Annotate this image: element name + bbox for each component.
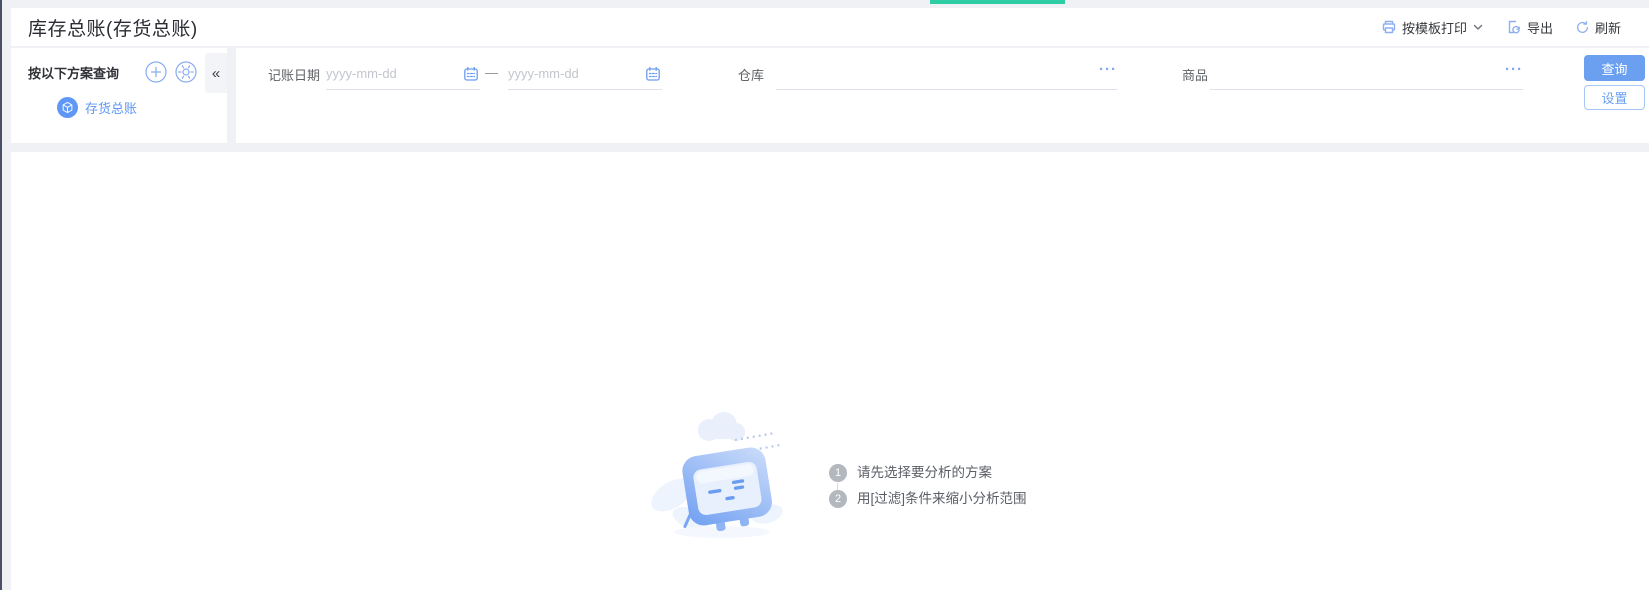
step-2-text: 用[过滤]条件来缩小分析范围	[857, 491, 1027, 506]
filter-panel: 记账日期 — 仓库 ··· 商品 ···	[236, 48, 1649, 143]
booking-date-label: 记账日期	[268, 68, 321, 83]
page-title: 库存总账(存货总账)	[28, 18, 198, 40]
settings-button[interactable]: 设置	[1584, 85, 1645, 110]
export-icon	[1506, 19, 1522, 35]
printer-icon	[1381, 19, 1397, 35]
sidebar-item-inventory-ledger[interactable]: 存货总账	[57, 97, 227, 118]
step-2-badge: 2	[829, 490, 847, 508]
plus-circle-icon	[145, 61, 167, 83]
date-to-input[interactable]	[508, 66, 644, 81]
loading-progress-bar	[930, 0, 1065, 4]
refresh-icon	[1575, 20, 1590, 35]
step-2-number: 2	[834, 493, 842, 505]
warehouse-label: 仓库	[738, 68, 765, 83]
print-by-template-label: 按模板打印	[1401, 20, 1467, 36]
gear-circle-icon	[175, 61, 197, 83]
plan-settings-button[interactable]	[175, 61, 197, 83]
query-plan-sidebar: 按以下方案查询 « 存货总账	[11, 48, 227, 143]
sidebar-collapse-button[interactable]: «	[205, 53, 227, 93]
date-to-field	[508, 58, 662, 90]
warehouse-input[interactable]	[776, 66, 1099, 81]
step-1-text: 请先选择要分析的方案	[857, 465, 992, 480]
export-button[interactable]: 导出	[1506, 18, 1553, 37]
cube-icon	[57, 97, 78, 118]
header-actions: 按模板打印 导出 刷新	[1381, 18, 1621, 37]
add-plan-button[interactable]	[145, 61, 167, 83]
collapse-chevrons-icon: «	[211, 64, 221, 82]
date-from-field	[326, 58, 480, 90]
step-1-number: 1	[834, 467, 842, 479]
step-1-badge: 1	[829, 464, 847, 482]
product-label: 商品	[1182, 68, 1209, 83]
refresh-label: 刷新	[1594, 20, 1621, 36]
query-button[interactable]: 查询	[1584, 55, 1645, 81]
results-area: 1 2 请先选择要分析的方案 用[过滤]条件来缩小分析范围	[11, 152, 1649, 590]
step-connector	[837, 483, 838, 490]
window-left-edge	[0, 0, 2, 590]
print-by-template-button[interactable]: 按模板打印	[1381, 18, 1484, 37]
calendar-icon[interactable]	[644, 66, 662, 82]
product-field: ···	[1210, 58, 1523, 90]
calendar-icon[interactable]	[462, 66, 480, 82]
date-range-separator: —	[485, 65, 498, 80]
product-input[interactable]	[1210, 66, 1505, 81]
ellipsis-icon[interactable]: ···	[1099, 62, 1117, 85]
ellipsis-icon[interactable]: ···	[1505, 62, 1523, 85]
date-from-input[interactable]	[326, 66, 462, 81]
sidebar-header: 按以下方案查询	[11, 48, 227, 83]
warehouse-field: ···	[776, 58, 1117, 90]
sidebar-item-label: 存货总账	[85, 101, 138, 116]
export-label: 导出	[1526, 20, 1553, 36]
page-header: 库存总账(存货总账) 按模板打印 导出 刷新	[11, 8, 1649, 46]
sidebar-title: 按以下方案查询	[28, 65, 120, 81]
empty-state-illustration	[651, 412, 783, 538]
chevron-down-icon	[1472, 21, 1484, 33]
refresh-button[interactable]: 刷新	[1575, 18, 1621, 37]
